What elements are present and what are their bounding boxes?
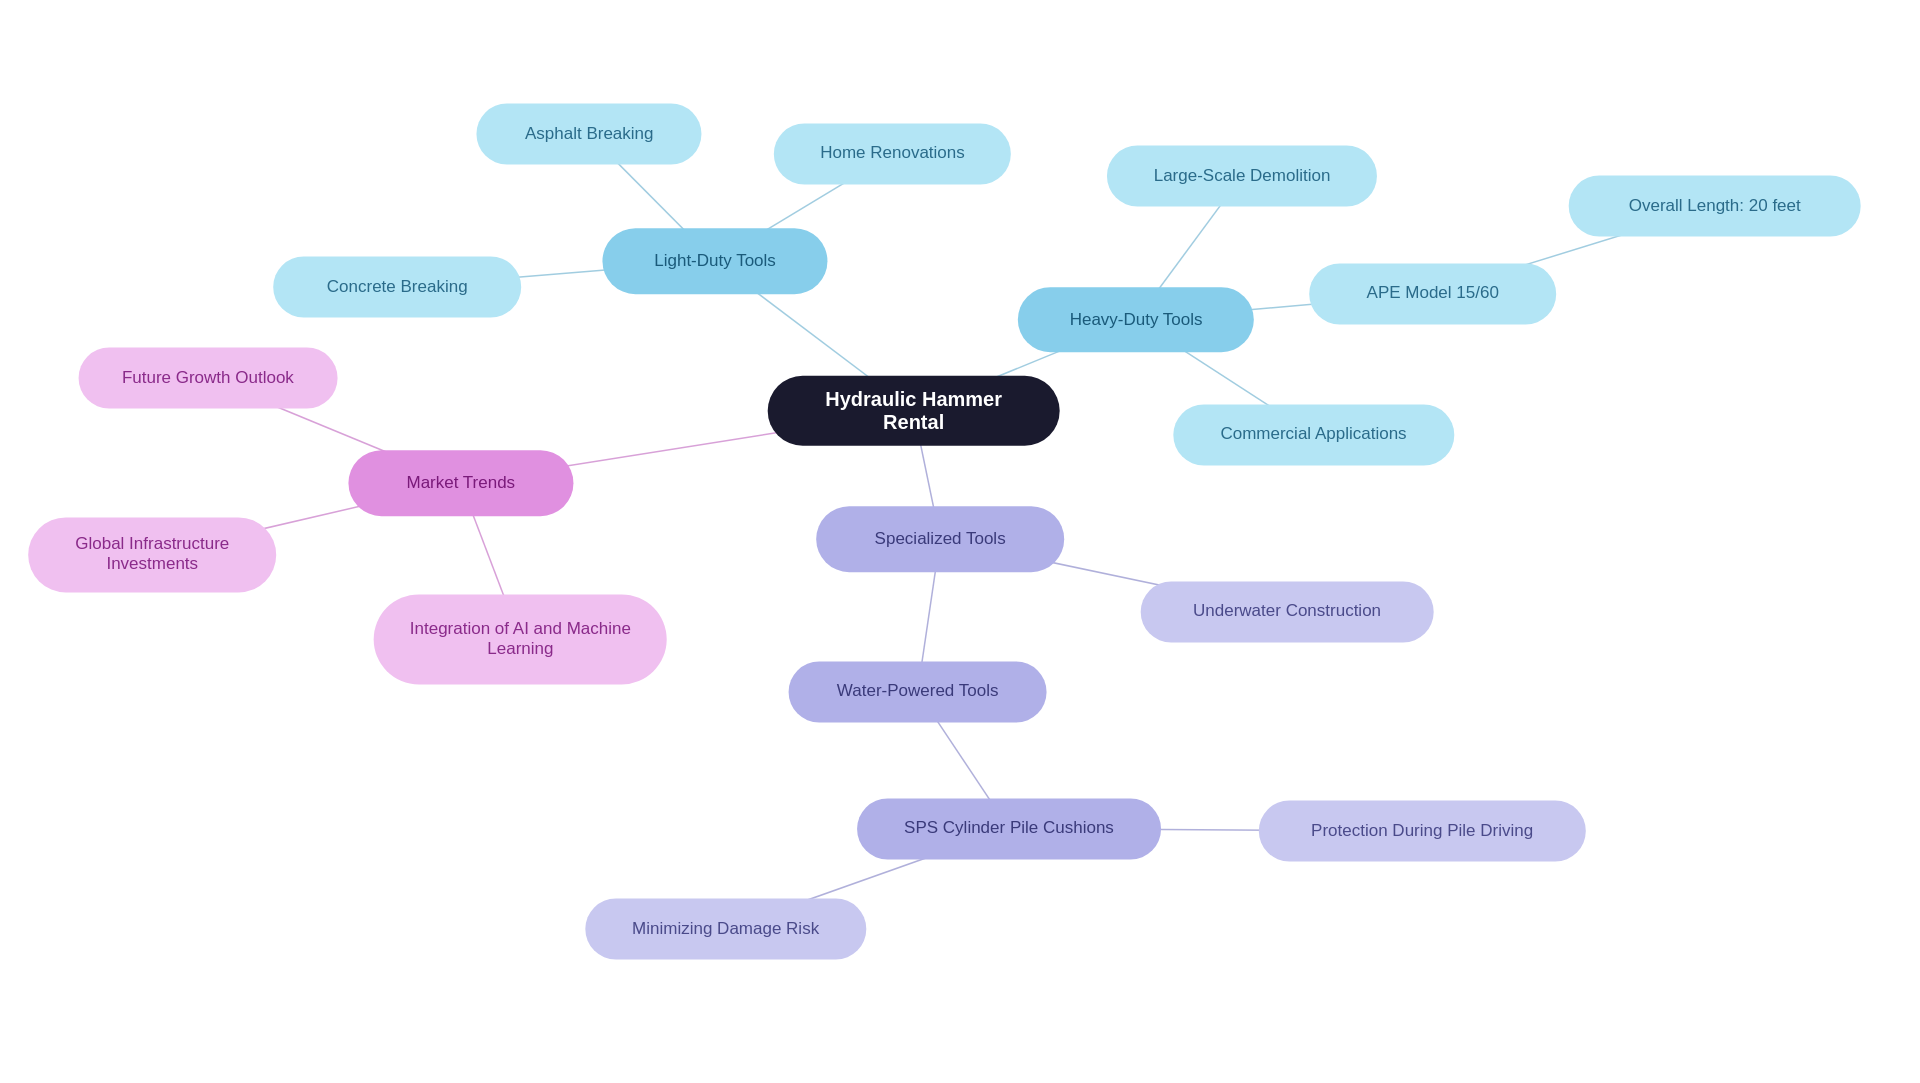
node-commercial[interactable]: Commercial Applications bbox=[1173, 404, 1454, 465]
mindmap-container: Hydraulic Hammer Rental Light-Duty Tools A… bbox=[0, 0, 1920, 1083]
node-home_renovations[interactable]: Home Renovations bbox=[774, 123, 1010, 184]
node-future_growth[interactable]: Future Growth Outlook bbox=[78, 348, 337, 409]
node-asphalt_breaking[interactable]: Asphalt Breaking bbox=[477, 104, 702, 165]
node-heavy_duty[interactable]: Heavy-Duty Tools bbox=[1018, 287, 1254, 353]
node-minimizing[interactable]: Minimizing Damage Risk bbox=[585, 899, 866, 960]
node-protection[interactable]: Protection During Pile Driving bbox=[1259, 801, 1585, 862]
node-water_powered[interactable]: Water-Powered Tools bbox=[788, 661, 1047, 722]
node-light_duty[interactable]: Light-Duty Tools bbox=[602, 228, 827, 294]
node-market_trends[interactable]: Market Trends bbox=[348, 450, 573, 516]
node-specialized[interactable]: Specialized Tools bbox=[816, 506, 1064, 572]
node-root[interactable]: Hydraulic Hammer Rental bbox=[767, 376, 1060, 446]
node-sps_cylinder[interactable]: SPS Cylinder Pile Cushions bbox=[857, 798, 1161, 859]
node-ape_model[interactable]: APE Model 15/60 bbox=[1309, 263, 1557, 324]
node-underwater[interactable]: Underwater Construction bbox=[1141, 581, 1434, 642]
node-concrete_breaking[interactable]: Concrete Breaking bbox=[273, 257, 521, 318]
node-ai_ml[interactable]: Integration of AI and MachineLearning bbox=[374, 595, 667, 684]
node-global_infra[interactable]: Global InfrastructureInvestments bbox=[28, 517, 276, 592]
node-large_scale[interactable]: Large-Scale Demolition bbox=[1107, 146, 1377, 207]
node-overall_length[interactable]: Overall Length: 20 feet bbox=[1568, 176, 1861, 237]
